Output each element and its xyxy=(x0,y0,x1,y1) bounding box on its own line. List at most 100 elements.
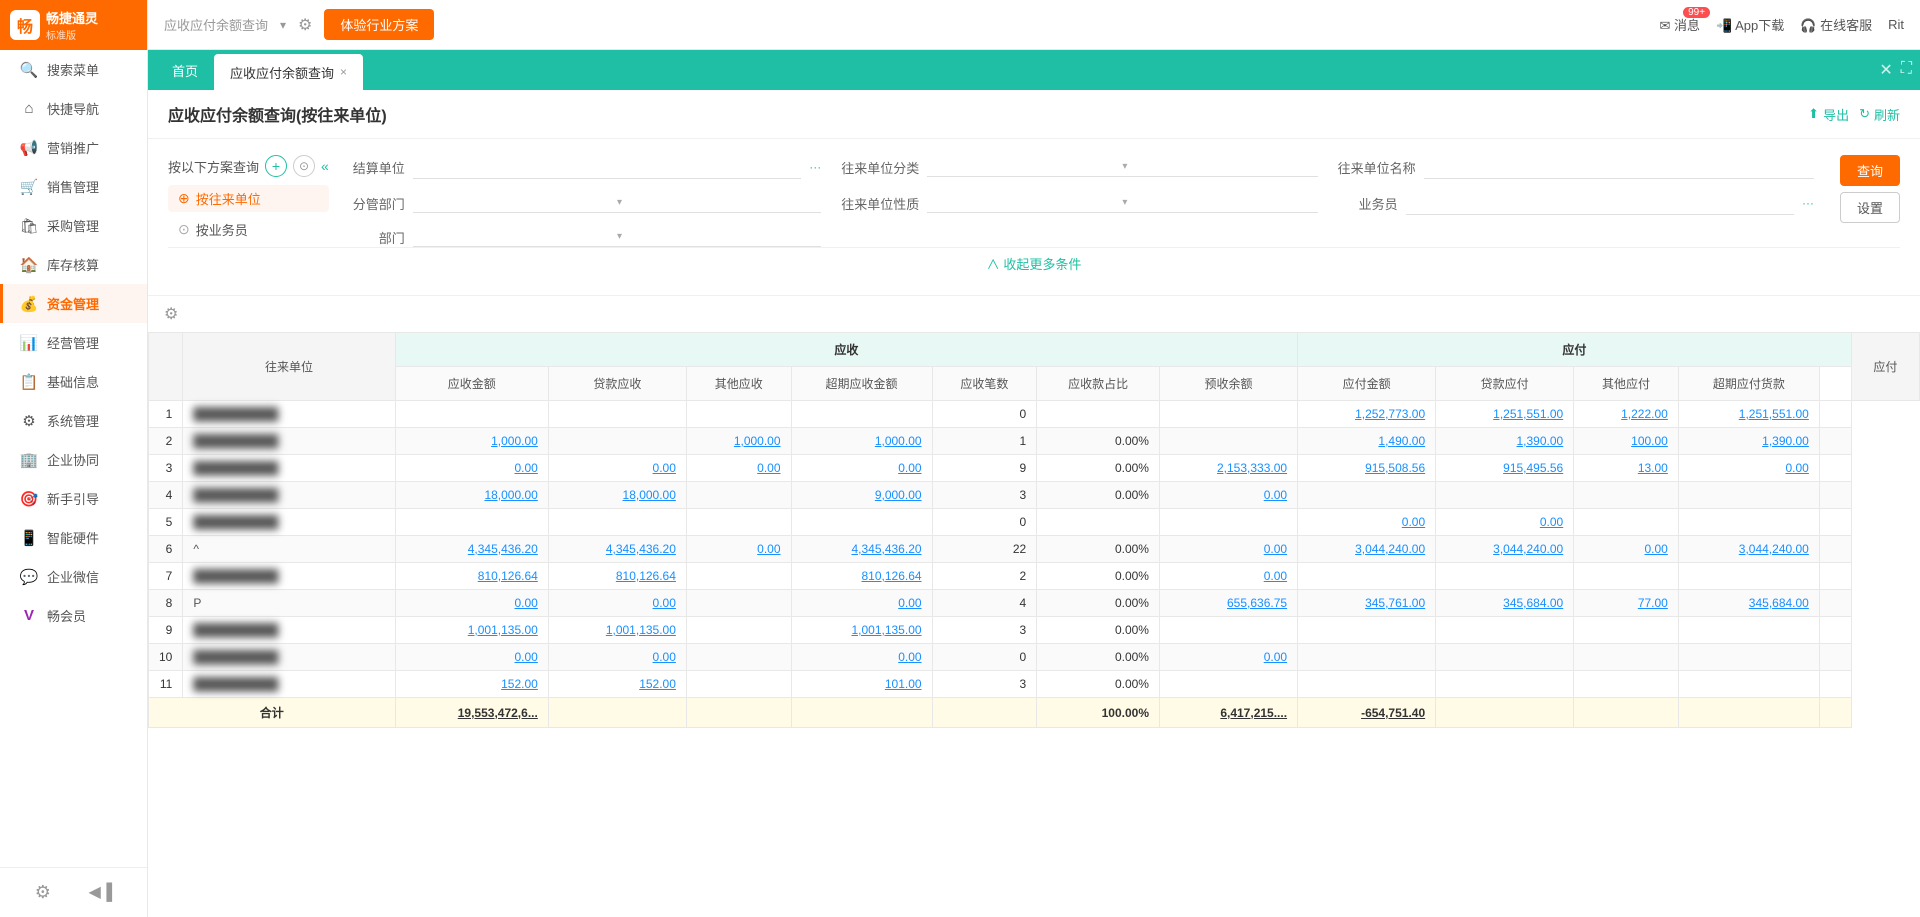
row-ar-loan[interactable]: 0.00 xyxy=(548,590,686,617)
sidebar-item-search[interactable]: 🔍 搜索菜单 xyxy=(0,50,147,89)
sidebar-item-marketing[interactable]: 📢 营销推广 xyxy=(0,128,147,167)
total-ap-amount[interactable]: -654,751.40 xyxy=(1298,698,1436,728)
row-ar-loan[interactable]: 152.00 xyxy=(548,671,686,698)
row-ar-amount[interactable]: 1,000.00 xyxy=(395,428,548,455)
row-ar-advance[interactable] xyxy=(1159,428,1297,455)
row-ap-other[interactable] xyxy=(1574,563,1679,590)
row-ap-other[interactable] xyxy=(1574,617,1679,644)
row-ap-other[interactable] xyxy=(1574,482,1679,509)
row-ap-overdue[interactable] xyxy=(1678,644,1819,671)
row-ap-overdue[interactable] xyxy=(1678,617,1819,644)
scheme-collapse-icon[interactable]: « xyxy=(321,158,329,174)
row-ap-loan[interactable]: 1,390.00 xyxy=(1436,428,1574,455)
row-ar-advance[interactable]: 2,153,333.00 xyxy=(1159,455,1297,482)
header-gear-icon[interactable]: ⚙ xyxy=(298,15,312,35)
sidebar-item-basic[interactable]: 📋 基础信息 xyxy=(0,362,147,401)
row-ar-other[interactable]: 0.00 xyxy=(686,455,791,482)
solution-button[interactable]: 体验行业方案 xyxy=(324,9,434,40)
row-ap-overdue[interactable] xyxy=(1678,563,1819,590)
row-ar-other[interactable] xyxy=(686,482,791,509)
settlement-unit-dots[interactable]: ··· xyxy=(809,160,821,174)
settings-button[interactable]: 设置 xyxy=(1840,192,1900,223)
tab-close-icon[interactable]: × xyxy=(340,65,347,79)
row-ap-amount[interactable]: 345,761.00 xyxy=(1298,590,1436,617)
row-ap-overdue[interactable]: 0.00 xyxy=(1678,455,1819,482)
row-ap-overdue[interactable]: 1,390.00 xyxy=(1678,428,1819,455)
salesperson-dots[interactable]: ··· xyxy=(1802,196,1814,210)
row-ar-advance[interactable]: 655,636.75 xyxy=(1159,590,1297,617)
row-ar-advance[interactable] xyxy=(1159,401,1297,428)
sidebar-item-enterprise[interactable]: 🏢 企业协同 xyxy=(0,440,147,479)
row-ap-amount[interactable]: 915,508.56 xyxy=(1298,455,1436,482)
row-ap-loan[interactable] xyxy=(1436,563,1574,590)
row-ap-other[interactable] xyxy=(1574,509,1679,536)
row-ar-amount[interactable] xyxy=(395,401,548,428)
row-ap-loan[interactable]: 345,684.00 xyxy=(1436,590,1574,617)
unit-category-select[interactable]: ▾ xyxy=(927,157,1317,177)
unit-nature-select[interactable]: ▾ xyxy=(927,193,1317,213)
row-ar-other[interactable] xyxy=(686,401,791,428)
row-ap-amount[interactable] xyxy=(1298,617,1436,644)
row-ar-amount[interactable]: 0.00 xyxy=(395,590,548,617)
sidebar-item-wechat[interactable]: 💬 企业微信 xyxy=(0,557,147,596)
row-ar-advance[interactable]: 0.00 xyxy=(1159,644,1297,671)
sidebar-item-finance[interactable]: 💰 资金管理 xyxy=(0,284,147,323)
row-ar-overdue[interactable]: 9,000.00 xyxy=(791,482,932,509)
row-ar-amount[interactable]: 4,345,436.20 xyxy=(395,536,548,563)
row-ar-other[interactable] xyxy=(686,644,791,671)
row-ar-overdue[interactable]: 0.00 xyxy=(791,644,932,671)
row-ap-overdue[interactable] xyxy=(1678,509,1819,536)
row-ar-other[interactable] xyxy=(686,563,791,590)
export-button[interactable]: ⬆ 导出 xyxy=(1808,105,1849,124)
row-ap-loan[interactable] xyxy=(1436,617,1574,644)
row-ap-loan[interactable]: 3,044,240.00 xyxy=(1436,536,1574,563)
header-message[interactable]: ✉ 消息 99+ xyxy=(1660,15,1701,34)
row-ap-amount[interactable]: 1,490.00 xyxy=(1298,428,1436,455)
row-ar-amount[interactable]: 152.00 xyxy=(395,671,548,698)
settlement-unit-input[interactable] xyxy=(413,155,801,179)
row-ar-loan[interactable] xyxy=(548,401,686,428)
row-ar-other[interactable] xyxy=(686,671,791,698)
collapse-more-button[interactable]: ∧ 收起更多条件 xyxy=(168,247,1900,279)
row-ar-other[interactable] xyxy=(686,509,791,536)
salesperson-input[interactable] xyxy=(1406,191,1794,215)
row-ap-other[interactable] xyxy=(1574,644,1679,671)
row-ap-amount[interactable] xyxy=(1298,644,1436,671)
row-ar-advance[interactable]: 0.00 xyxy=(1159,482,1297,509)
dept-select[interactable]: ▾ xyxy=(413,193,821,213)
scheme-by-unit[interactable]: ⊕ 按往来单位 xyxy=(168,185,329,212)
row-ar-amount[interactable]: 0.00 xyxy=(395,455,548,482)
row-ap-other[interactable]: 1,222.00 xyxy=(1574,401,1679,428)
row-ap-loan[interactable]: 1,251,551.00 xyxy=(1436,401,1574,428)
row-ar-amount[interactable]: 810,126.64 xyxy=(395,563,548,590)
tab-maximize-icon[interactable]: ⛶ xyxy=(1901,60,1912,80)
row-ap-loan[interactable] xyxy=(1436,644,1574,671)
sidebar-item-operations[interactable]: 📊 经营管理 xyxy=(0,323,147,362)
scheme-settings-icon[interactable]: ⊙ xyxy=(293,155,315,177)
settings-bottom-icon[interactable]: ⚙ xyxy=(35,882,51,903)
row-ar-overdue[interactable]: 810,126.64 xyxy=(791,563,932,590)
row-ar-amount[interactable]: 0.00 xyxy=(395,644,548,671)
scheme-by-staff[interactable]: ⊙ 按业务员 xyxy=(168,216,329,243)
row-ar-overdue[interactable]: 1,000.00 xyxy=(791,428,932,455)
row-ap-loan[interactable] xyxy=(1436,482,1574,509)
row-ap-loan[interactable] xyxy=(1436,671,1574,698)
row-ar-overdue[interactable]: 4,345,436.20 xyxy=(791,536,932,563)
sidebar-item-hardware[interactable]: 📱 智能硬件 xyxy=(0,518,147,557)
row-ar-amount[interactable]: 18,000.00 xyxy=(395,482,548,509)
header-online-service[interactable]: 🎧 在线客服 xyxy=(1800,15,1872,34)
sidebar-item-sales[interactable]: 🛒 销售管理 xyxy=(0,167,147,206)
row-ap-amount[interactable] xyxy=(1298,671,1436,698)
tab-close-window-icon[interactable]: ✕ xyxy=(1879,60,1892,80)
header-dropdown-icon[interactable]: ▾ xyxy=(280,18,286,32)
row-ar-other[interactable]: 0.00 xyxy=(686,536,791,563)
row-ar-overdue[interactable]: 1,001,135.00 xyxy=(791,617,932,644)
total-ar-advance[interactable]: 6,417,215.... xyxy=(1159,698,1297,728)
row-ap-other[interactable]: 100.00 xyxy=(1574,428,1679,455)
row-ar-advance[interactable]: 0.00 xyxy=(1159,563,1297,590)
sidebar-item-guide[interactable]: 🎯 新手引导 xyxy=(0,479,147,518)
header-app-download[interactable]: 📲 App下载 xyxy=(1716,15,1784,34)
row-ar-overdue[interactable]: 101.00 xyxy=(791,671,932,698)
sidebar-item-quicknav[interactable]: ⌂ 快捷导航 xyxy=(0,89,147,128)
row-ar-loan[interactable]: 4,345,436.20 xyxy=(548,536,686,563)
